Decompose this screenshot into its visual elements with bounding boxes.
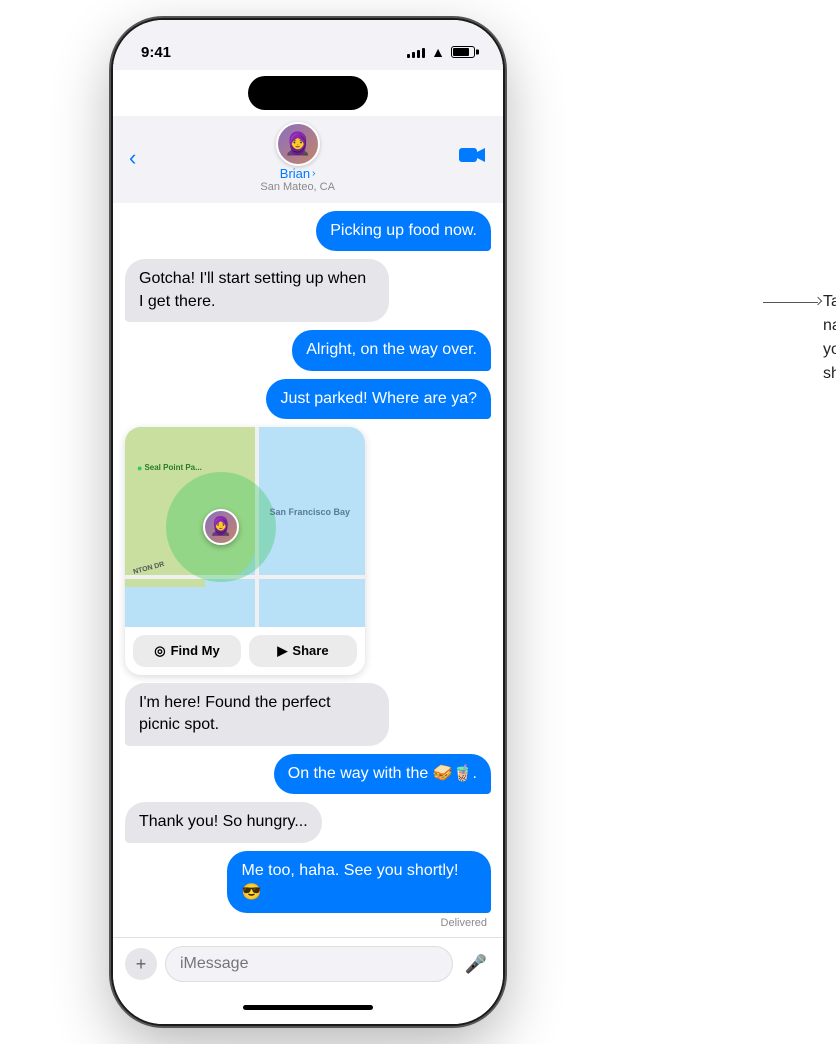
message-input[interactable] [165,946,453,982]
share-location-button[interactable]: ▶ Share [249,635,357,667]
map-seal-point-label: ● Seal Point Pa... [137,463,202,473]
message-row: On the way with the 🥪🧋. [125,754,491,794]
mic-icon[interactable]: 🎤 [461,950,491,979]
phone-frame: 9:41 ▲ ‹ [113,20,503,1024]
contact-location: San Mateo, CA [260,181,335,193]
message-bubble: Alright, on the way over. [292,330,491,370]
message-row: I'm here! Found the perfect picnic spot. [125,683,491,746]
message-bubble: Picking up food now. [316,211,491,251]
message-row: Me too, haha. See you shortly! 😎 [125,851,491,914]
message-bubble: On the way with the 🥪🧋. [274,754,491,794]
message-row: Picking up food now. [125,211,491,251]
status-time: 9:41 [141,44,171,61]
status-icons: ▲ [407,44,475,60]
message-bubble: Me too, haha. See you shortly! 😎 [227,851,491,914]
annotation-text: Tap your friend's name to change your lo… [823,290,836,386]
message-bubble: I'm here! Found the perfect picnic spot. [125,683,389,746]
message-bubble: Gotcha! I'll start setting up when I get… [125,259,389,322]
back-button[interactable]: ‹ [129,145,136,171]
dynamic-island [248,76,368,110]
message-row: Just parked! Where are ya? [125,379,491,419]
wifi-icon: ▲ [431,44,445,60]
map-bay-label: San Francisco Bay [269,507,350,519]
phone-screen: 9:41 ▲ ‹ [113,20,503,1024]
find-my-button[interactable]: ◎ Find My [133,635,241,667]
message-bubble: Thank you! So hungry... [125,802,322,842]
chevron-icon: › [312,168,315,179]
share-icon: ▶ [277,643,287,659]
map-message-row: 🧕 ● Seal Point Pa... San Francisco Bay N… [125,427,491,675]
status-bar: 9:41 ▲ [113,20,503,70]
map-visual: 🧕 ● Seal Point Pa... San Francisco Bay N… [125,427,365,627]
signal-bars-icon [407,46,425,58]
message-row: Gotcha! I'll start setting up when I get… [125,259,491,322]
avatar: 🧕 [276,122,320,166]
delivered-label: Delivered [125,917,491,929]
message-row: Alright, on the way over. [125,330,491,370]
map-buttons: ◎ Find My ▶ Share [125,627,365,675]
map-bubble[interactable]: 🧕 ● Seal Point Pa... San Francisco Bay N… [125,427,365,675]
contact-info[interactable]: 🧕 Brian› San Mateo, CA [260,122,335,193]
battery-icon [451,46,475,58]
message-row: Thank you! So hungry... [125,802,491,842]
annotation: Tap your friend's name to change your lo… [763,290,836,386]
home-bar [243,1005,373,1010]
nav-bar: ‹ 🧕 Brian› San Mateo, CA [113,116,503,203]
add-attachment-button[interactable]: + [125,948,157,980]
video-call-button[interactable] [459,145,487,171]
map-avatar-pin: 🧕 [203,509,239,545]
contact-name[interactable]: Brian› [280,166,316,181]
home-indicator [113,990,503,1024]
message-bubble: Just parked! Where are ya? [266,379,491,419]
messages-list: Picking up food now. Gotcha! I'll start … [113,203,503,937]
findmy-icon: ◎ [154,643,165,659]
input-bar: + 🎤 [113,937,503,990]
